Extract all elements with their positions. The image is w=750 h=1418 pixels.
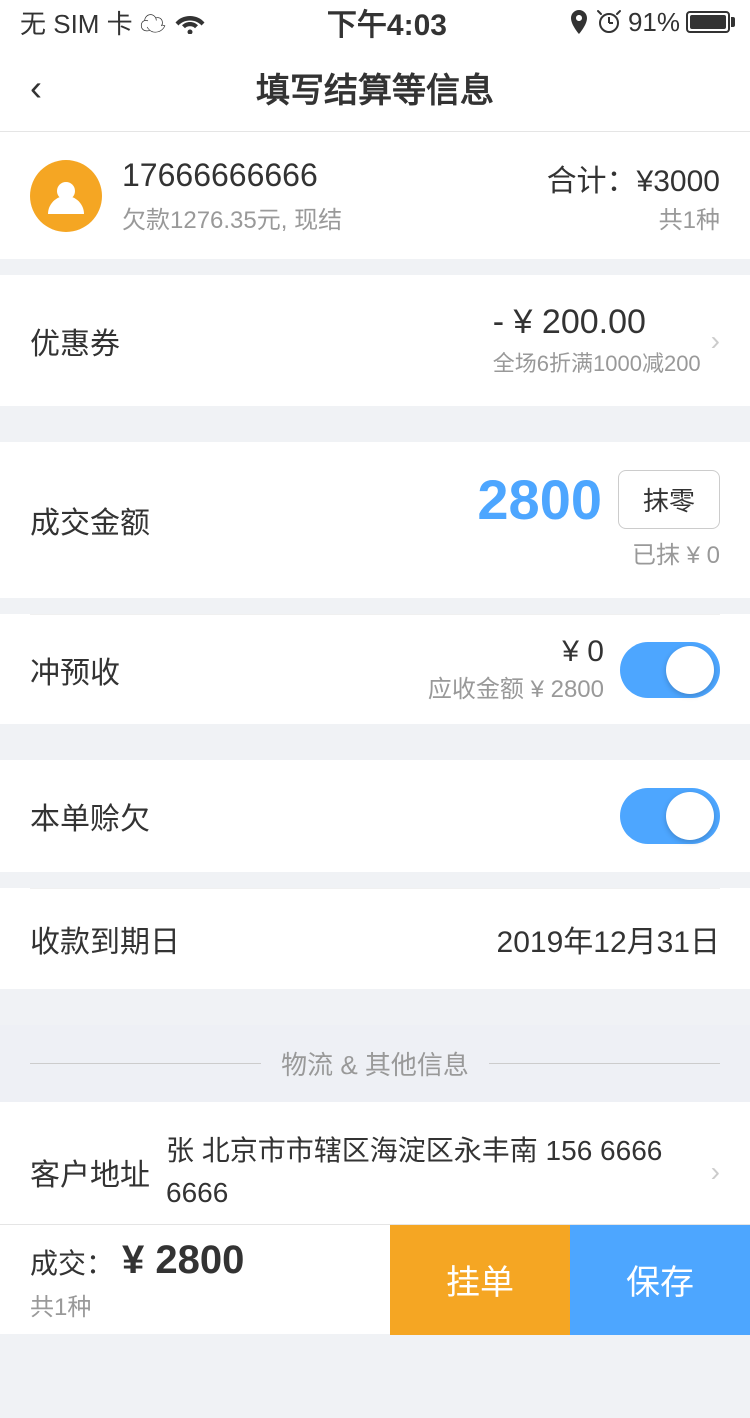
due-date-row: 收款到期日 2019年12月31日: [0, 889, 750, 989]
bottom-deal: 成交： ¥ 2800: [30, 1238, 360, 1283]
coupon-section: 优惠券 - ¥ 200.00 全场6折满1000减200 ›: [0, 275, 750, 406]
battery-icon: [686, 11, 730, 33]
divider-line-left: [30, 1063, 261, 1064]
address-row[interactable]: 客户地址 张 北京市市辖区海淀区永丰南 156 6666 6666 ›: [0, 1102, 750, 1242]
deal-amount-section: 成交金额 2800 抹零 已抹 ¥ 0: [0, 442, 750, 598]
nav-bar: ‹ 填写结算等信息: [0, 44, 750, 132]
prepay-sub: 应收金额 ¥ 2800: [428, 669, 604, 704]
deal-amount-number: 2800: [477, 472, 602, 528]
prepay-toggle[interactable]: [620, 642, 720, 698]
bottom-bar: 成交： ¥ 2800 共1种 挂单 保存: [0, 1224, 750, 1334]
save-button[interactable]: 保存: [570, 1225, 750, 1335]
gray-gap-3: [0, 1005, 750, 1025]
address-label: 客户地址: [30, 1150, 150, 1194]
due-date-section: 收款到期日 2019年12月31日: [0, 888, 750, 989]
coupon-right: - ¥ 200.00 全场6折满1000减200 ›: [493, 303, 720, 378]
coupon-label: 优惠券: [30, 319, 120, 363]
debt-toggle-knob: [666, 792, 714, 840]
deal-amount-sub: 已抹 ¥ 0: [632, 535, 720, 570]
address-chevron-icon: ›: [711, 1156, 720, 1188]
gray-gap-2: [0, 740, 750, 760]
avatar: [30, 160, 102, 232]
address-section: 客户地址 张 北京市市辖区海淀区永丰南 156 6666 6666 ›: [0, 1102, 750, 1242]
address-value: 张 北京市市辖区海淀区永丰南 156 6666 6666: [150, 1130, 711, 1214]
prepay-amount-group: ¥ 0 应收金额 ¥ 2800: [428, 635, 604, 704]
bottom-deal-label: 成交：: [30, 1242, 114, 1282]
section-divider-text: 物流 & 其他信息: [261, 1045, 489, 1082]
debt-section: 本单赊欠: [0, 760, 750, 872]
customer-row: 17666666666 欠款1276.35元, 现结 合计：¥3000 共1种: [0, 132, 750, 259]
gray-gap-1: [0, 422, 750, 442]
status-time: 下午4:03: [327, 0, 447, 44]
customer-left: 17666666666 欠款1276.35元, 现结: [30, 157, 342, 235]
battery-percent: 91%: [628, 7, 680, 38]
bottom-info: 成交： ¥ 2800 共1种: [0, 1238, 390, 1322]
coupon-info: - ¥ 200.00 全场6折满1000减200: [493, 303, 701, 378]
round-button[interactable]: 抹零: [618, 470, 720, 529]
back-button[interactable]: ‹: [30, 67, 90, 109]
debt-row: 本单赊欠: [0, 760, 750, 872]
total-count: 共1种: [547, 200, 720, 235]
deal-amount-value-row: 2800 抹零: [477, 470, 720, 529]
customer-debt: 欠款1276.35元, 现结: [122, 200, 342, 235]
location-icon: [568, 8, 590, 36]
debt-label: 本单赊欠: [30, 794, 150, 838]
debt-toggle[interactable]: [620, 788, 720, 844]
coupon-row[interactable]: 优惠券 - ¥ 200.00 全场6折满1000减200 ›: [0, 275, 750, 406]
customer-info: 17666666666 欠款1276.35元, 现结: [122, 157, 342, 235]
hold-button[interactable]: 挂单: [390, 1225, 570, 1335]
total-amount: 合计：¥3000: [547, 156, 720, 200]
prepay-row: 冲预收 ¥ 0 应收金额 ¥ 2800: [0, 615, 750, 724]
status-right: 91%: [568, 7, 730, 38]
bottom-count: 共1种: [30, 1287, 360, 1322]
deal-amount-row: 成交金额 2800 抹零 已抹 ¥ 0: [0, 442, 750, 598]
prepay-right: ¥ 0 应收金额 ¥ 2800: [428, 635, 720, 704]
deal-amount-label: 成交金额: [30, 498, 150, 542]
section-divider: 物流 & 其他信息: [0, 1025, 750, 1102]
coupon-discount: - ¥ 200.00: [493, 303, 701, 342]
prepay-amount: ¥ 0: [428, 635, 604, 669]
due-date-value: 2019年12月31日: [497, 917, 720, 961]
due-date-label: 收款到期日: [30, 917, 180, 961]
status-bar: 无 SIM 卡 ☁ 下午4:03 91%: [0, 0, 750, 44]
page-title: 填写结算等信息: [256, 63, 494, 112]
customer-phone: 17666666666: [122, 157, 342, 194]
prepay-label: 冲预收: [30, 648, 120, 692]
customer-right: 合计：¥3000 共1种: [547, 156, 720, 235]
divider-line-right: [489, 1063, 720, 1064]
sim-label: 无 SIM 卡 ☁: [20, 4, 166, 41]
coupon-detail: 全场6折满1000减200: [493, 346, 701, 378]
bottom-deal-amount: ¥ 2800: [122, 1238, 244, 1283]
toggle-knob: [666, 646, 714, 694]
deal-amount-right: 2800 抹零 已抹 ¥ 0: [477, 470, 720, 570]
customer-section: 17666666666 欠款1276.35元, 现结 合计：¥3000 共1种: [0, 132, 750, 259]
alarm-icon: [596, 9, 622, 35]
status-left: 无 SIM 卡 ☁: [20, 4, 206, 41]
chevron-right-icon: ›: [711, 325, 720, 357]
wifi-icon: [174, 10, 206, 34]
prepay-section: 冲预收 ¥ 0 应收金额 ¥ 2800: [0, 614, 750, 724]
